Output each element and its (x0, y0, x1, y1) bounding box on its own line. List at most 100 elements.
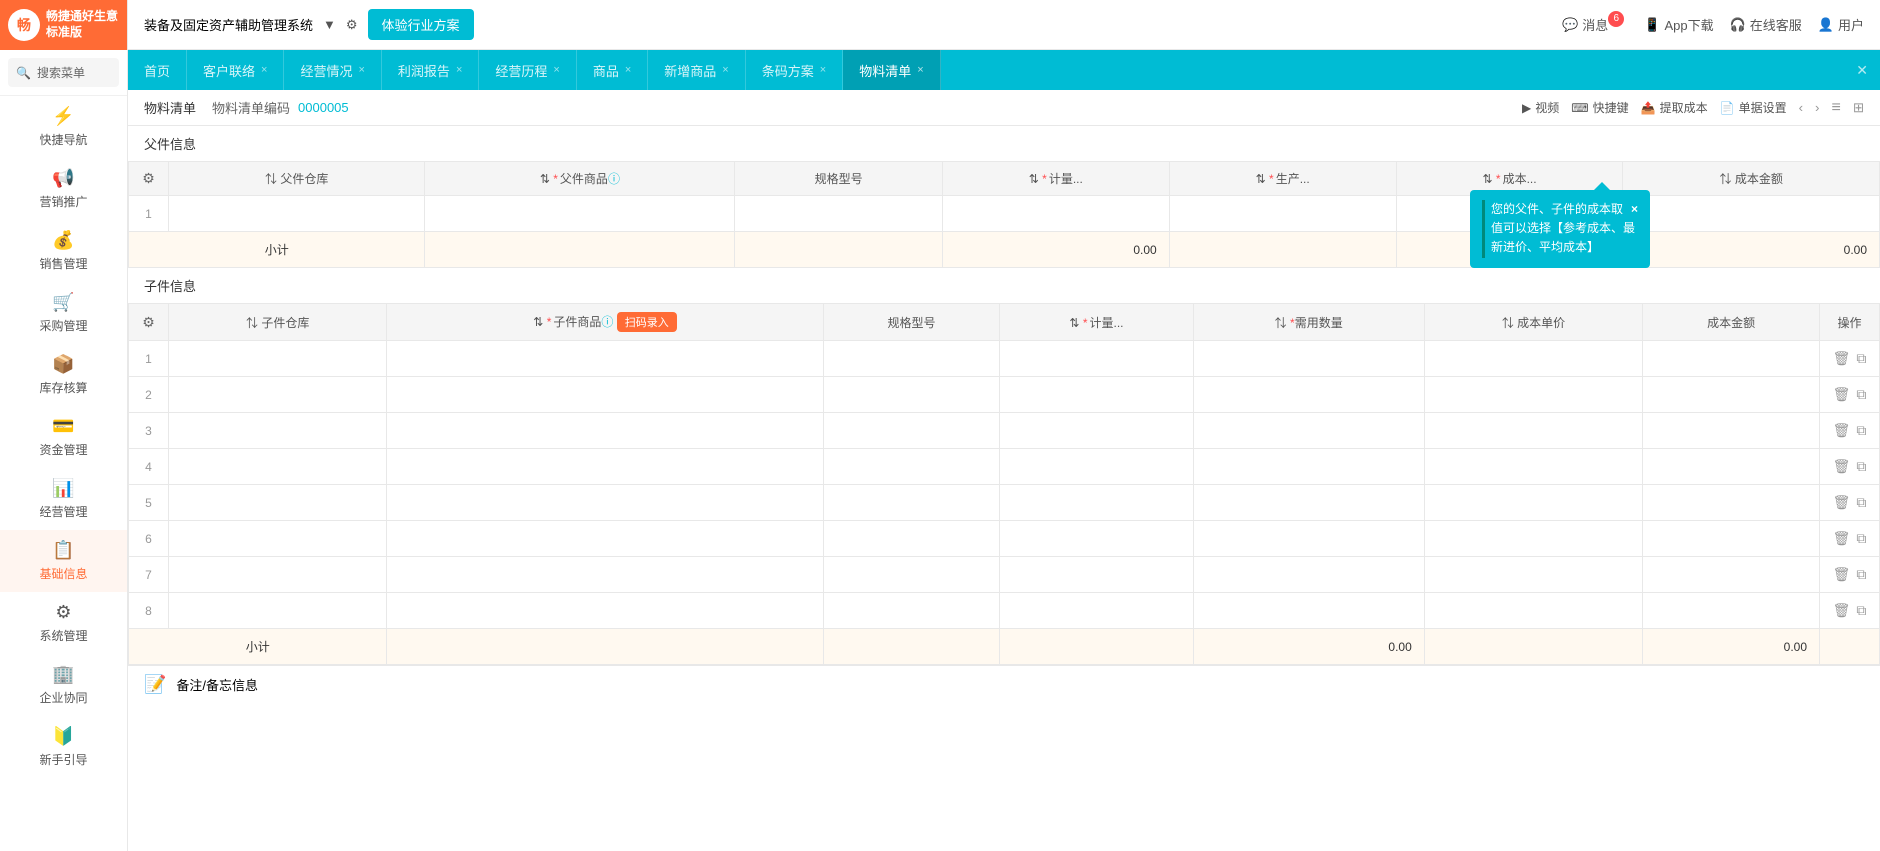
nav-tab-经营历程[interactable]: 经营历程 × (479, 50, 576, 90)
child-spec-cell[interactable] (823, 593, 1000, 629)
child-spec-cell[interactable] (823, 341, 1000, 377)
parent-spec-cell[interactable] (735, 196, 942, 232)
child-unit-cell[interactable] (1000, 341, 1193, 377)
child-spec-cell[interactable] (823, 377, 1000, 413)
sidebar-item-sales[interactable]: 💰销售管理 (0, 220, 127, 282)
child-spec-cell[interactable] (823, 485, 1000, 521)
scan-input-button[interactable]: 扫码录入 (617, 312, 677, 332)
child-product-cell[interactable] (387, 341, 823, 377)
child-unit-cost-cell[interactable] (1424, 377, 1642, 413)
child-unit-cell[interactable] (1000, 557, 1193, 593)
sidebar-item-quick-nav[interactable]: ⚡快捷导航 (0, 96, 127, 158)
menu-button[interactable]: ≡ (1831, 99, 1840, 117)
delete-icon[interactable]: 🗑 (1833, 602, 1851, 619)
info-icon[interactable]: ⓘ (601, 315, 613, 329)
child-warehouse-cell[interactable] (169, 593, 387, 629)
nav-tab-商品[interactable]: 商品 × (577, 50, 648, 90)
shortcut-action[interactable]: ⌨ 快捷键 (1571, 99, 1628, 116)
delete-icon[interactable]: 🗑 (1833, 458, 1851, 475)
child-product-cell[interactable] (387, 521, 823, 557)
nav-tab-经营情况[interactable]: 经营情况 × (284, 50, 381, 90)
next-button[interactable]: › (1815, 100, 1819, 115)
sidebar-item-system[interactable]: ⚙系统管理 (0, 592, 127, 654)
child-unit-cell[interactable] (1000, 485, 1193, 521)
child-unit-cost-cell[interactable] (1424, 485, 1642, 521)
child-product-cell[interactable] (387, 377, 823, 413)
video-action[interactable]: ▶ 视频 (1522, 99, 1559, 116)
parent-warehouse-cell[interactable] (169, 196, 425, 232)
child-warehouse-cell[interactable] (169, 521, 387, 557)
copy-icon[interactable]: ⧉ (1856, 530, 1866, 547)
tab-close-icon[interactable]: × (553, 64, 559, 76)
child-product-cell[interactable] (387, 557, 823, 593)
child-product-cell[interactable] (387, 485, 823, 521)
child-product-cell[interactable] (387, 593, 823, 629)
child-quantity-cell[interactable] (1193, 377, 1424, 413)
nav-tab-首页[interactable]: 首页 (128, 50, 187, 90)
copy-icon[interactable]: ⧉ (1856, 350, 1866, 367)
search-menu-button[interactable]: 🔍 搜索菜单 (8, 58, 119, 87)
tab-close-icon[interactable]: × (917, 64, 923, 76)
user-button[interactable]: 👤 用户 (1818, 15, 1864, 34)
tooltip-close-button[interactable]: × (1631, 200, 1638, 219)
nav-tab-新增商品[interactable]: 新增商品 × (648, 50, 745, 90)
nav-tab-利润报告[interactable]: 利润报告 × (382, 50, 479, 90)
sidebar-item-guide[interactable]: 🔰新手引导 (0, 716, 127, 778)
child-unit-cost-cell[interactable] (1424, 521, 1642, 557)
child-warehouse-cell[interactable] (169, 485, 387, 521)
child-spec-cell[interactable] (823, 449, 1000, 485)
nav-close-button[interactable]: ✕ (1844, 62, 1880, 79)
child-unit-cost-cell[interactable] (1424, 593, 1642, 629)
child-spec-cell[interactable] (823, 557, 1000, 593)
child-unit-cost-cell[interactable] (1424, 449, 1642, 485)
sidebar-item-enterprise[interactable]: 🏢企业协同 (0, 654, 127, 716)
delete-icon[interactable]: 🗑 (1833, 350, 1851, 367)
child-unit-cost-cell[interactable] (1424, 557, 1642, 593)
child-warehouse-cell[interactable] (169, 413, 387, 449)
slip-settings-action[interactable]: 📄 单据设置 (1720, 99, 1787, 116)
extract-cost-action[interactable]: 📤 提取成本 (1641, 99, 1708, 116)
info-icon[interactable]: ⓘ (608, 172, 620, 186)
sidebar-item-marketing[interactable]: 📢营销推广 (0, 158, 127, 220)
child-quantity-cell[interactable] (1193, 521, 1424, 557)
sidebar-item-inventory[interactable]: 📦库存核算 (0, 344, 127, 406)
child-unit-cell[interactable] (1000, 413, 1193, 449)
system-dropdown-button[interactable]: ▼ (323, 17, 336, 32)
child-warehouse-cell[interactable] (169, 557, 387, 593)
child-quantity-cell[interactable] (1193, 557, 1424, 593)
breadcrumb-current[interactable]: 物料清单 (144, 98, 196, 117)
prev-button[interactable]: ‹ (1799, 100, 1803, 115)
delete-icon[interactable]: 🗑 (1833, 494, 1851, 511)
parent-unit-cell[interactable] (942, 196, 1169, 232)
trial-button[interactable]: 体验行业方案 (368, 9, 474, 40)
child-product-cell[interactable] (387, 449, 823, 485)
app-download-button[interactable]: 📱 App下载 (1644, 15, 1713, 34)
parent-product-cell[interactable] (425, 196, 735, 232)
child-product-cell[interactable] (387, 413, 823, 449)
settings-button[interactable]: ⚙ (346, 17, 358, 33)
sidebar-item-finance[interactable]: 💳资金管理 (0, 406, 127, 468)
gear-icon[interactable]: ⚙ (142, 170, 155, 186)
child-unit-cell[interactable] (1000, 449, 1193, 485)
copy-icon[interactable]: ⧉ (1856, 494, 1866, 511)
nav-tab-条码方案[interactable]: 条码方案 × (746, 50, 843, 90)
child-unit-cost-cell[interactable] (1424, 413, 1642, 449)
child-quantity-cell[interactable] (1193, 485, 1424, 521)
nav-tab-物料清单[interactable]: 物料清单 × (843, 50, 940, 90)
child-quantity-cell[interactable] (1193, 449, 1424, 485)
parent-production-cell[interactable] (1169, 196, 1396, 232)
sidebar-item-operation[interactable]: 📊经营管理 (0, 468, 127, 530)
child-quantity-cell[interactable] (1193, 413, 1424, 449)
message-button[interactable]: 💬 消息 6 (1562, 15, 1628, 34)
delete-icon[interactable]: 🗑 (1833, 386, 1851, 403)
copy-icon[interactable]: ⧉ (1856, 566, 1866, 583)
child-unit-cell[interactable] (1000, 377, 1193, 413)
delete-icon[interactable]: 🗑 (1833, 422, 1851, 439)
copy-icon[interactable]: ⧉ (1856, 386, 1866, 403)
copy-icon[interactable]: ⧉ (1856, 422, 1866, 439)
tab-close-icon[interactable]: × (358, 64, 364, 76)
tab-close-icon[interactable]: × (625, 64, 631, 76)
tab-close-icon[interactable]: × (456, 64, 462, 76)
child-warehouse-cell[interactable] (169, 377, 387, 413)
nav-tab-客户联络[interactable]: 客户联络 × (187, 50, 284, 90)
